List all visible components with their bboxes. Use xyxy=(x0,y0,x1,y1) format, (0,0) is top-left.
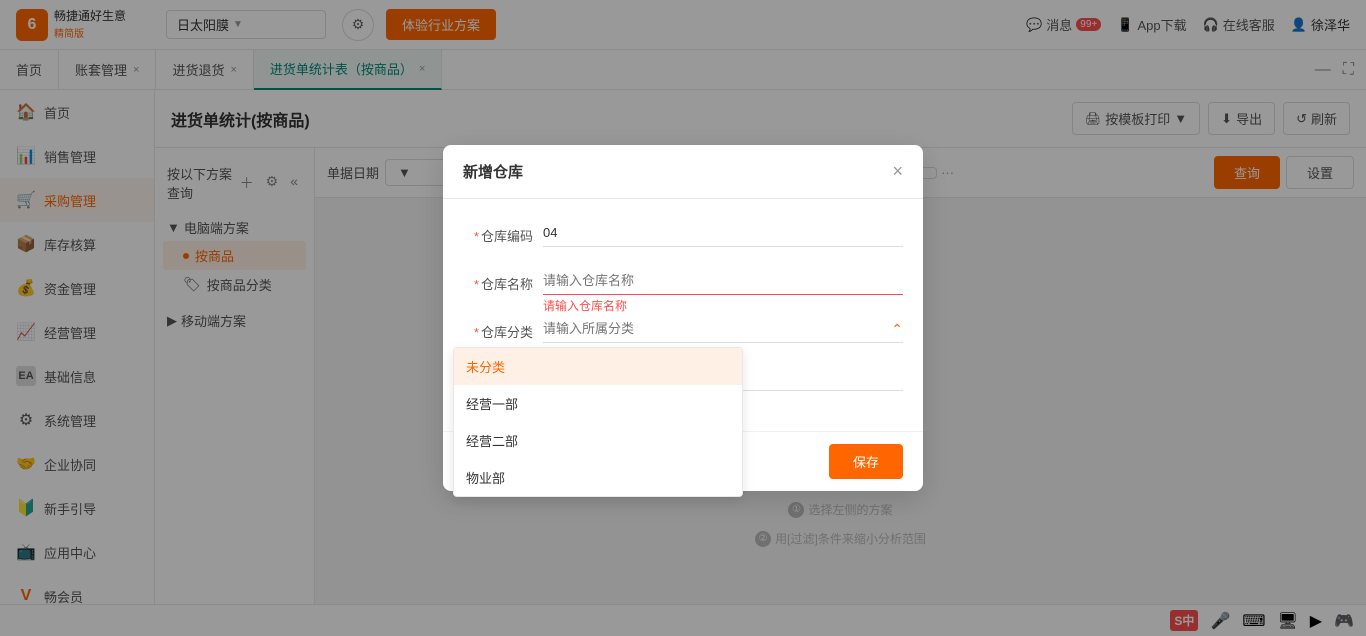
dialog-header: 新增仓库 × xyxy=(443,145,923,199)
code-input[interactable] xyxy=(543,219,903,247)
dialog-add-warehouse: 新增仓库 × 仓库编码 仓库名称 请输入仓库名称 仓库分类 xyxy=(443,145,923,491)
dialog-close-button[interactable]: × xyxy=(892,161,903,182)
dropdown-item-dept2[interactable]: 经营二部 xyxy=(454,422,742,459)
save-button[interactable]: 保存 xyxy=(829,444,903,479)
code-label: 仓库编码 xyxy=(463,219,543,245)
dialog-body: 仓库编码 仓库名称 请输入仓库名称 仓库分类 ⌃ xyxy=(443,199,923,431)
category-label: 仓库分类 xyxy=(463,315,543,341)
form-row-category: 仓库分类 ⌃ 未分类 经营一部 经营二部 物业部 xyxy=(463,315,903,343)
category-field: ⌃ 未分类 经营一部 经营二部 物业部 xyxy=(543,315,903,343)
category-dropdown: 未分类 经营一部 经营二部 物业部 xyxy=(453,347,743,497)
code-field xyxy=(543,219,903,247)
name-field: 请输入仓库名称 xyxy=(543,267,903,295)
modal-overlay: 新增仓库 × 仓库编码 仓库名称 请输入仓库名称 仓库分类 xyxy=(0,0,1366,636)
name-label: 仓库名称 xyxy=(463,267,543,293)
form-row-name: 仓库名称 请输入仓库名称 xyxy=(463,267,903,295)
category-toggle-icon[interactable]: ⌃ xyxy=(891,321,903,338)
dialog-title: 新增仓库 xyxy=(463,161,523,182)
name-error-msg: 请输入仓库名称 xyxy=(543,297,627,314)
dropdown-item-dept1[interactable]: 经营一部 xyxy=(454,385,742,422)
dropdown-item-uncategorized[interactable]: 未分类 xyxy=(454,348,742,385)
form-row-code: 仓库编码 xyxy=(463,219,903,247)
dropdown-item-dept3[interactable]: 物业部 xyxy=(454,459,742,496)
name-input[interactable] xyxy=(543,267,903,295)
category-input[interactable] xyxy=(543,315,903,343)
